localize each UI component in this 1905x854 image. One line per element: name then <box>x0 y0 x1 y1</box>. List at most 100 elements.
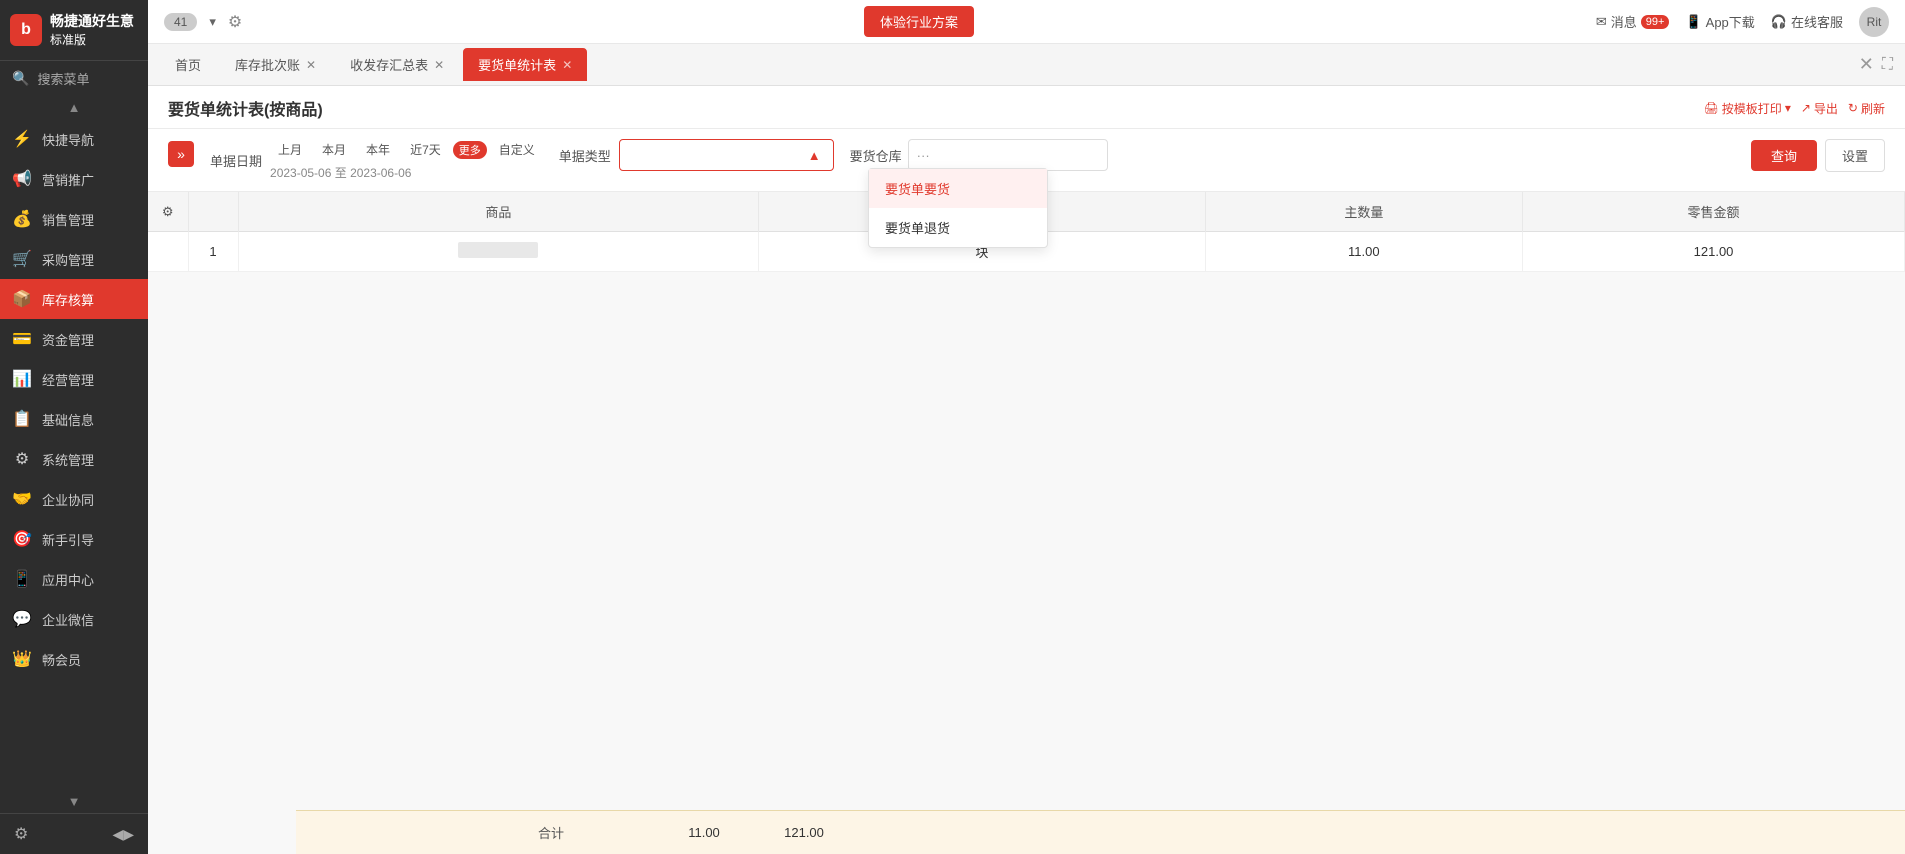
app-download-label: App下载 <box>1706 12 1755 31</box>
tab-dropdown-arrow[interactable]: ▾ <box>209 14 216 30</box>
sidebar-item-basic-info[interactable]: 📋 基础信息 <box>0 399 148 439</box>
tab-receive-label: 收发存汇总表 <box>350 55 428 74</box>
product-name-placeholder <box>458 242 538 258</box>
gear-icon[interactable]: ⚙ <box>162 204 174 219</box>
footer-bar: 合计 11.00 121.00 <box>296 810 1905 854</box>
tab-order-label: 要货单统计表 <box>478 55 556 74</box>
sidebar-item-label: 畅会员 <box>42 650 81 669</box>
row-product <box>238 232 759 272</box>
date-opt-up[interactable]: 上月 <box>270 139 310 160</box>
sidebar-item-finance[interactable]: 💳 资金管理 <box>0 319 148 359</box>
print-template-button[interactable]: 🖨 按模板打印 ▾ <box>1704 100 1791 117</box>
tab-order-stats[interactable]: 要货单统计表 ✕ <box>463 48 587 81</box>
sidebar-item-vip[interactable]: 👑 畅会员 <box>0 639 148 679</box>
sidebar-item-label: 资金管理 <box>42 330 94 349</box>
sidebar-bottom: ⚙ ◀▶ <box>0 813 148 854</box>
date-opt-custom[interactable]: 自定义 <box>491 139 543 160</box>
sidebar-logo: b 畅捷通好生意 标准版 <box>0 0 148 61</box>
dropdown-item-order-return[interactable]: 要货单退货 <box>869 208 1047 247</box>
sidebar-scroll-up[interactable]: ▲ <box>0 96 148 119</box>
tab-close-all[interactable]: ✕ <box>1859 54 1874 75</box>
content-area: 要货单统计表(按商品) 🖨 按模板打印 ▾ ↗ 导出 ↻ 刷新 » <box>148 86 1905 854</box>
logo-main-text: 畅捷通好生意 <box>50 12 134 32</box>
warehouse-filter-label: 要货仓库 <box>850 146 902 165</box>
app-download-button[interactable]: 📱 App下载 <box>1685 12 1754 31</box>
sidebar-item-wechat[interactable]: 💬 企业微信 <box>0 599 148 639</box>
dropdown-item-order-goods[interactable]: 要货单要货 <box>869 169 1047 208</box>
purchase-icon: 🛒 <box>12 249 32 269</box>
sidebar: b 畅捷通好生意 标准版 🔍 搜索菜单 ▲ ⚡ 快捷导航 📢 营销推广 💰 销售… <box>0 0 148 854</box>
row-amount: 121.00 <box>1523 232 1905 272</box>
date-more-badge[interactable]: 更多 <box>453 141 487 159</box>
export-button[interactable]: ↗ 导出 <box>1801 100 1838 117</box>
tab-receive-close[interactable]: ✕ <box>434 58 444 72</box>
sidebar-collapse-icon[interactable]: ◀▶ <box>112 826 134 843</box>
date-filter-label: 单据日期 <box>210 151 262 170</box>
row-gear <box>148 232 188 272</box>
export-icon: ↗ <box>1801 101 1811 115</box>
date-opt-7days[interactable]: 近7天 <box>402 139 449 160</box>
sidebar-item-enterprise[interactable]: 🤝 企业协同 <box>0 479 148 519</box>
filter-settings-button[interactable]: 设置 <box>1825 139 1885 172</box>
col-quantity: 主数量 <box>1205 192 1522 232</box>
inventory-icon: 📦 <box>12 289 32 309</box>
type-select[interactable]: ▲ <box>619 139 834 171</box>
print-icon: 🖨 <box>1704 101 1719 115</box>
logo-sub-text: 标准版 <box>50 32 134 49</box>
expand-filter-button[interactable]: » <box>168 141 194 167</box>
date-opt-current[interactable]: 本月 <box>314 139 354 160</box>
sidebar-item-guide[interactable]: 🎯 新手引导 <box>0 519 148 559</box>
sidebar-item-label: 企业微信 <box>42 610 94 629</box>
col-gear[interactable]: ⚙ <box>148 192 188 232</box>
service-icon: 🎧 <box>1771 14 1787 30</box>
guide-icon: 🎯 <box>12 529 32 549</box>
sidebar-item-marketing[interactable]: 📢 营销推广 <box>0 159 148 199</box>
sidebar-item-label: 系统管理 <box>42 450 94 469</box>
tab-batch-close[interactable]: ✕ <box>306 58 316 72</box>
total-label: 合计 <box>308 823 584 842</box>
sidebar-settings-icon[interactable]: ⚙ <box>14 824 28 844</box>
message-button[interactable]: ✉ 消息 99+ <box>1596 12 1670 31</box>
col-product: 商品 <box>238 192 759 232</box>
sidebar-item-label: 库存核算 <box>42 290 94 309</box>
user-avatar[interactable]: Rit <box>1859 7 1889 37</box>
date-opt-year[interactable]: 本年 <box>358 139 398 160</box>
total-amount: 121.00 <box>764 825 844 840</box>
sidebar-item-label: 基础信息 <box>42 410 94 429</box>
sidebar-scroll-down[interactable]: ▼ <box>0 790 148 813</box>
tab-home[interactable]: 首页 <box>160 48 216 81</box>
tab-batch-account[interactable]: 库存批次账 ✕ <box>220 48 331 81</box>
page-title: 要货单统计表(按商品) <box>168 96 323 120</box>
sidebar-item-operations[interactable]: 📊 经营管理 <box>0 359 148 399</box>
marketing-icon: 📢 <box>12 169 32 189</box>
type-filter-label: 单据类型 <box>559 146 611 165</box>
sidebar-item-quick-nav[interactable]: ⚡ 快捷导航 <box>0 119 148 159</box>
type-input[interactable] <box>632 148 808 163</box>
warehouse-select[interactable]: ··· <box>908 139 1108 171</box>
sidebar-item-inventory[interactable]: 📦 库存核算 <box>0 279 148 319</box>
sidebar-item-purchase[interactable]: 🛒 采购管理 <box>0 239 148 279</box>
trial-button[interactable]: 体验行业方案 <box>864 6 974 37</box>
search-menu-label: 搜索菜单 <box>37 69 89 88</box>
main-area: 41 ▾ ⚙ 体验行业方案 ✉ 消息 99+ 📱 App下载 🎧 在线客服 Ri… <box>148 0 1905 854</box>
online-service-button[interactable]: 🎧 在线客服 <box>1771 12 1843 31</box>
wechat-icon: 💬 <box>12 609 32 629</box>
select-up-arrow: ▲ <box>808 148 821 163</box>
sidebar-item-system[interactable]: ⚙ 系统管理 <box>0 439 148 479</box>
search-menu-button[interactable]: 🔍 搜索菜单 <box>0 61 148 96</box>
refresh-button[interactable]: ↻ 刷新 <box>1848 100 1885 117</box>
tab-bar: 首页 库存批次账 ✕ 收发存汇总表 ✕ 要货单统计表 ✕ ✕ ⛶ <box>148 44 1905 86</box>
date-range-text: 2023-05-06 至 2023-06-06 <box>270 164 543 181</box>
query-button[interactable]: 查询 <box>1751 140 1817 171</box>
message-label: 消息 <box>1611 12 1637 31</box>
tab-order-close[interactable]: ✕ <box>562 58 572 72</box>
quick-nav-icon: ⚡ <box>12 129 32 149</box>
settings-icon[interactable]: ⚙ <box>228 12 242 32</box>
tab-maximize[interactable]: ⛶ <box>1882 56 1893 74</box>
sidebar-item-sales[interactable]: 💰 销售管理 <box>0 199 148 239</box>
tab-receive-summary[interactable]: 收发存汇总表 ✕ <box>335 48 459 81</box>
top-bar: 41 ▾ ⚙ 体验行业方案 ✉ 消息 99+ 📱 App下载 🎧 在线客服 Ri… <box>148 0 1905 44</box>
col-amount: 零售金额 <box>1523 192 1905 232</box>
search-icon: 🔍 <box>12 70 29 87</box>
sidebar-item-app-center[interactable]: 📱 应用中心 <box>0 559 148 599</box>
